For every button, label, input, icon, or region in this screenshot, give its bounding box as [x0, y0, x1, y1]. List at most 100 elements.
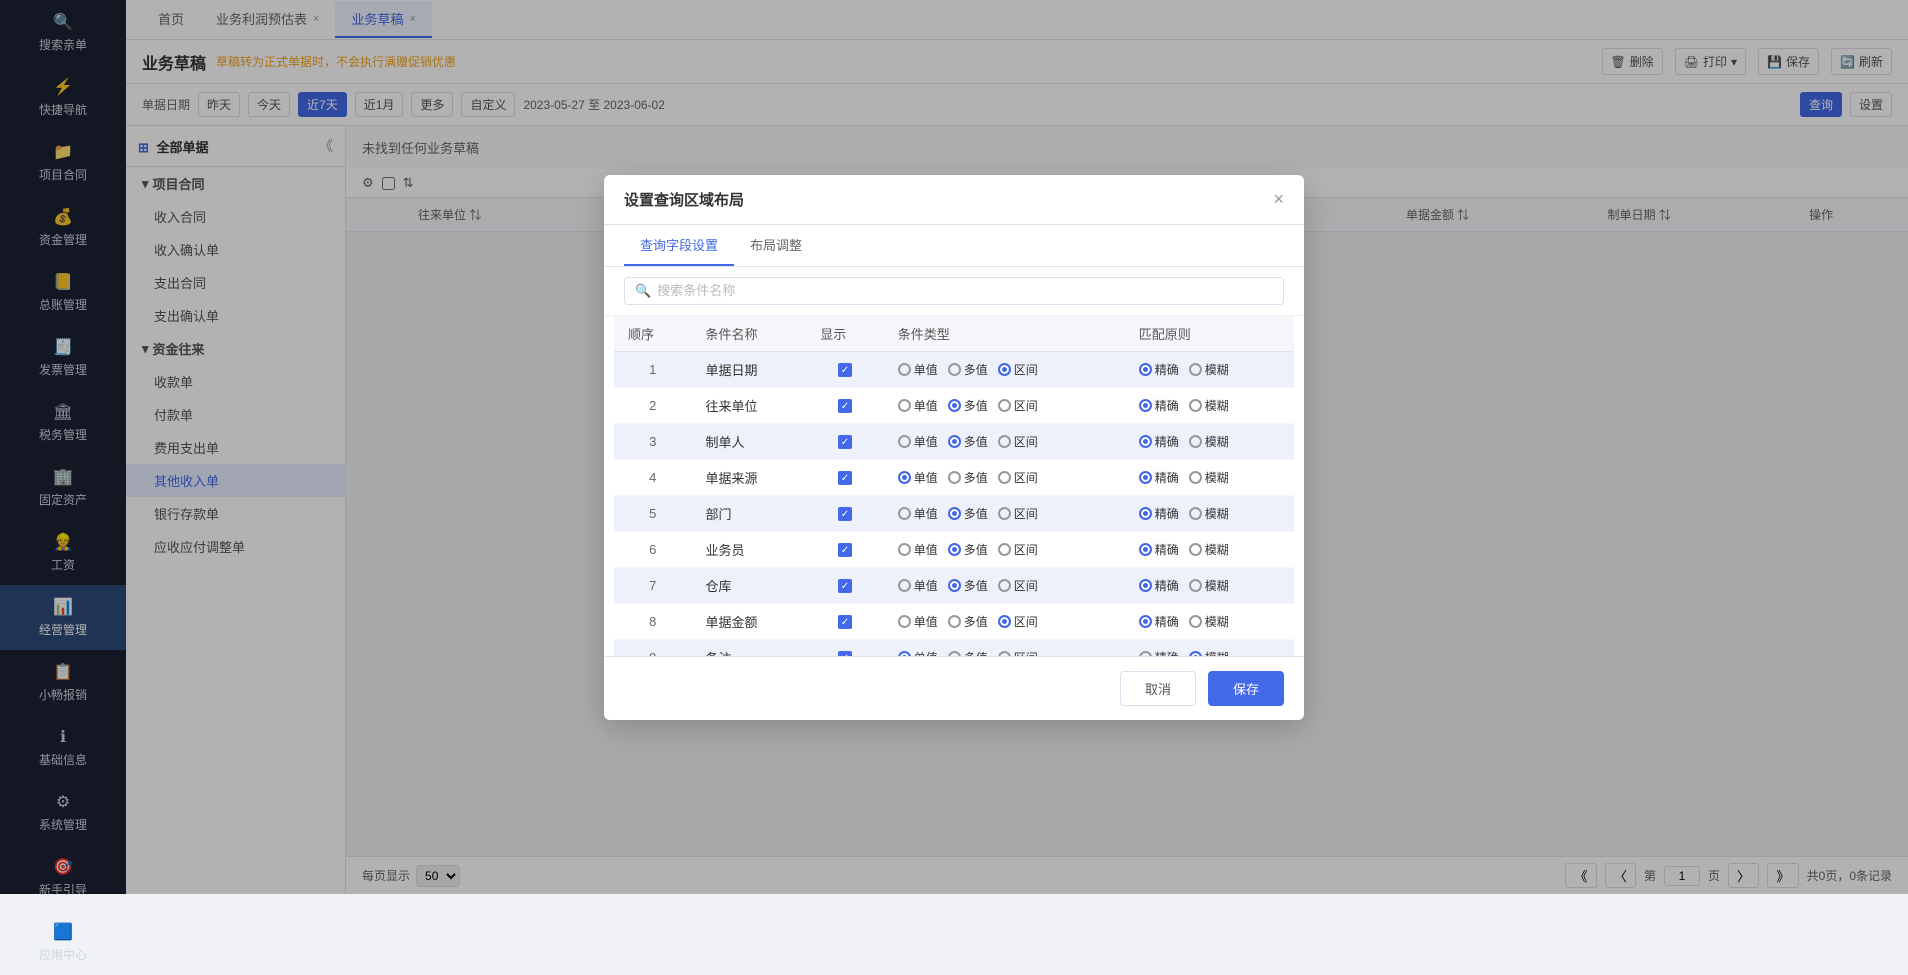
radio-dot-range: [998, 543, 1011, 556]
modal-col-condtype: 条件类型: [884, 316, 1125, 352]
modal-close-button[interactable]: ×: [1273, 189, 1284, 210]
radio-range[interactable]: 区间: [998, 397, 1038, 414]
radio-multi[interactable]: 多值: [948, 613, 988, 630]
radio-range[interactable]: 区间: [998, 541, 1038, 558]
radio-match-fuzzy[interactable]: 模糊: [1189, 577, 1229, 594]
radio-dot-multi: [948, 435, 961, 448]
tab-field-settings[interactable]: 查询字段设置: [624, 225, 734, 266]
row-show[interactable]: ✓: [806, 531, 883, 567]
radio-range[interactable]: 区间: [998, 469, 1038, 486]
row-show[interactable]: ✓: [806, 423, 883, 459]
radio-match-dot-fuzzy: [1189, 579, 1202, 592]
radio-match-dot-exact: [1139, 579, 1152, 592]
radio-match-dot-fuzzy: [1189, 363, 1202, 376]
radio-multi[interactable]: 多值: [948, 649, 988, 656]
radio-multi[interactable]: 多值: [948, 541, 988, 558]
radio-match-exact[interactable]: 精确: [1139, 469, 1179, 486]
radio-match-fuzzy[interactable]: 模糊: [1189, 397, 1229, 414]
radio-dot-single: [898, 435, 911, 448]
radio-match-fuzzy[interactable]: 模糊: [1189, 361, 1229, 378]
radio-dot-single: [898, 507, 911, 520]
show-checkbox[interactable]: ✓: [838, 579, 852, 593]
radio-range[interactable]: 区间: [998, 649, 1038, 656]
show-checkbox[interactable]: ✓: [838, 543, 852, 557]
radio-dot-range: [998, 507, 1011, 520]
radio-range[interactable]: 区间: [998, 613, 1038, 630]
row-name: 制单人: [691, 423, 806, 459]
row-match: 精确模糊: [1125, 459, 1294, 495]
row-name: 单据金额: [691, 603, 806, 639]
radio-multi[interactable]: 多值: [948, 505, 988, 522]
row-show[interactable]: ✓: [806, 567, 883, 603]
table-row: 1单据日期✓单值多值区间精确模糊: [614, 351, 1294, 387]
row-condtype: 单值多值区间: [884, 351, 1125, 387]
sidebar-item-label: 应用中心: [39, 946, 87, 963]
radio-range[interactable]: 区间: [998, 577, 1038, 594]
show-checkbox[interactable]: ✓: [838, 363, 852, 377]
table-row: 4单据来源✓单值多值区间精确模糊: [614, 459, 1294, 495]
row-order: 8: [614, 603, 691, 639]
radio-match-exact[interactable]: 精确: [1139, 361, 1179, 378]
radio-range[interactable]: 区间: [998, 505, 1038, 522]
radio-single[interactable]: 单值: [898, 397, 938, 414]
modal-dialog: 设置查询区域布局 × 查询字段设置 布局调整 🔍 顺序: [604, 175, 1304, 720]
radio-match-dot-exact: [1139, 435, 1152, 448]
row-show[interactable]: ✓: [806, 387, 883, 423]
radio-multi[interactable]: 多值: [948, 433, 988, 450]
row-name: 单据来源: [691, 459, 806, 495]
show-checkbox[interactable]: ✓: [838, 399, 852, 413]
sidebar-item-appstore[interactable]: 🟦 应用中心: [0, 910, 126, 975]
radio-single[interactable]: 单值: [898, 505, 938, 522]
radio-dot-range: [998, 615, 1011, 628]
row-show[interactable]: ✓: [806, 351, 883, 387]
radio-single[interactable]: 单值: [898, 433, 938, 450]
radio-dot-range: [998, 435, 1011, 448]
modal-save-button[interactable]: 保存: [1208, 671, 1284, 706]
row-show[interactable]: ✓: [806, 459, 883, 495]
show-checkbox[interactable]: ✓: [838, 471, 852, 485]
row-order: 3: [614, 423, 691, 459]
radio-range[interactable]: 区间: [998, 433, 1038, 450]
cancel-button[interactable]: 取消: [1120, 671, 1196, 706]
radio-match-exact[interactable]: 精确: [1139, 613, 1179, 630]
row-show[interactable]: ✓: [806, 495, 883, 531]
show-checkbox[interactable]: ✓: [838, 435, 852, 449]
radio-multi[interactable]: 多值: [948, 469, 988, 486]
radio-match-fuzzy[interactable]: 模糊: [1189, 541, 1229, 558]
radio-match-exact[interactable]: 精确: [1139, 649, 1179, 656]
row-match: 精确模糊: [1125, 495, 1294, 531]
radio-range[interactable]: 区间: [998, 361, 1038, 378]
row-show[interactable]: ✓: [806, 639, 883, 656]
radio-single[interactable]: 单值: [898, 541, 938, 558]
radio-single[interactable]: 单值: [898, 613, 938, 630]
table-row: 3制单人 ✓ 单值多值区间 精确模糊: [614, 423, 1294, 459]
tab-layout-adjust[interactable]: 布局调整: [734, 225, 818, 266]
radio-single[interactable]: 单值: [898, 577, 938, 594]
show-checkbox[interactable]: ✓: [838, 615, 852, 629]
radio-match-fuzzy[interactable]: 模糊: [1189, 433, 1229, 450]
radio-match-fuzzy[interactable]: 模糊: [1189, 469, 1229, 486]
radio-multi[interactable]: 多值: [948, 361, 988, 378]
modal-footer: 取消 保存: [604, 656, 1304, 720]
row-match: 精确模糊: [1125, 351, 1294, 387]
radio-multi[interactable]: 多值: [948, 397, 988, 414]
row-match: 精确模糊: [1125, 423, 1294, 459]
radio-match-fuzzy[interactable]: 模糊: [1189, 613, 1229, 630]
radio-match-exact[interactable]: 精确: [1139, 505, 1179, 522]
table-row: 5部门✓单值多值区间精确模糊: [614, 495, 1294, 531]
row-name: 仓库: [691, 567, 806, 603]
radio-match-exact[interactable]: 精确: [1139, 577, 1179, 594]
radio-match-exact[interactable]: 精确: [1139, 433, 1179, 450]
radio-match-dot-exact: [1139, 363, 1152, 376]
radio-match-exact[interactable]: 精确: [1139, 397, 1179, 414]
radio-match-exact[interactable]: 精确: [1139, 541, 1179, 558]
modal-search-input[interactable]: [657, 283, 1273, 298]
radio-multi[interactable]: 多值: [948, 577, 988, 594]
radio-single[interactable]: 单值: [898, 469, 938, 486]
radio-match-fuzzy[interactable]: 模糊: [1189, 649, 1229, 656]
radio-match-fuzzy[interactable]: 模糊: [1189, 505, 1229, 522]
radio-single[interactable]: 单值: [898, 361, 938, 378]
show-checkbox[interactable]: ✓: [838, 507, 852, 521]
radio-single[interactable]: 单值: [898, 649, 938, 656]
row-show[interactable]: ✓: [806, 603, 883, 639]
